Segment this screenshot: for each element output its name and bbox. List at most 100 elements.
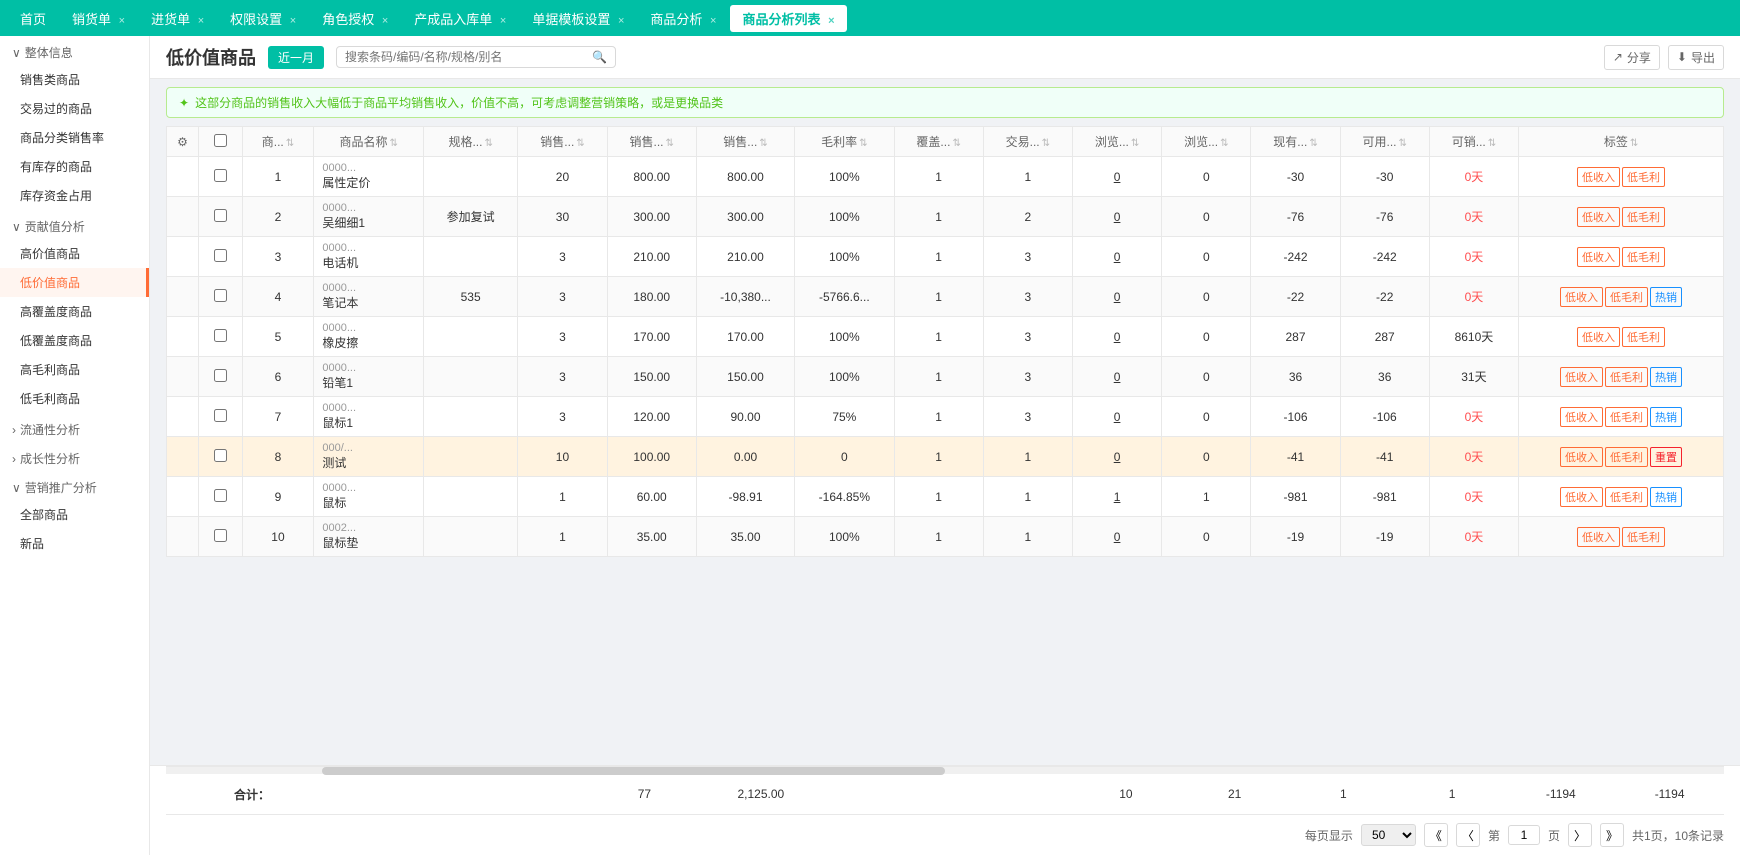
prev-page-button[interactable]: 〈 [1456, 823, 1480, 847]
sidebar-group-circulation[interactable]: › 流通性分析 [0, 413, 149, 442]
nav-product-inbound[interactable]: 产成品入库单 × [402, 5, 518, 32]
row-checkbox[interactable] [214, 169, 227, 182]
close-icon[interactable]: × [500, 15, 506, 27]
page-number-input[interactable] [1508, 825, 1540, 845]
browse1-link[interactable]: 0 [1114, 170, 1121, 184]
sidebar-item-low-value[interactable]: 低价值商品 [0, 268, 149, 297]
close-icon[interactable]: × [198, 15, 204, 27]
cell-browse1[interactable]: 0 [1072, 437, 1161, 477]
scrollbar[interactable] [166, 766, 1724, 774]
close-icon[interactable]: × [119, 15, 125, 27]
sidebar-group-growth[interactable]: › 成长性分析 [0, 442, 149, 471]
sidebar-item-low-coverage[interactable]: 低覆盖度商品 [0, 326, 149, 355]
cell-browse1[interactable]: 0 [1072, 397, 1161, 437]
nav-product-analysis-list[interactable]: 商品分析列表 × [730, 5, 846, 32]
search-input[interactable] [345, 50, 586, 64]
cell-browse1[interactable]: 0 [1072, 157, 1161, 197]
nav-sales-order[interactable]: 销货单 × [60, 5, 137, 32]
cell-checkbox[interactable] [199, 517, 243, 557]
nav-role-auth[interactable]: 角色授权 × [310, 5, 400, 32]
next-page-button[interactable]: 〉 [1568, 823, 1592, 847]
close-icon[interactable]: × [618, 15, 624, 27]
sidebar-item-low-margin[interactable]: 低毛利商品 [0, 384, 149, 413]
col-browse1-header[interactable]: 浏览...⇅ [1072, 127, 1161, 157]
sidebar-item-high-value[interactable]: 高价值商品 [0, 239, 149, 268]
row-checkbox[interactable] [214, 289, 227, 302]
sidebar-group-marketing[interactable]: ∨ 营销推广分析 [0, 471, 149, 500]
cell-browse1[interactable]: 0 [1072, 357, 1161, 397]
nav-product-analysis[interactable]: 商品分析 × [638, 5, 728, 32]
nav-home[interactable]: 首页 [8, 5, 58, 32]
export-button[interactable]: ⬇ 导出 [1668, 45, 1724, 70]
cell-checkbox[interactable] [199, 317, 243, 357]
cell-checkbox[interactable] [199, 237, 243, 277]
col-coverage-header[interactable]: 覆盖...⇅ [894, 127, 983, 157]
sidebar-item-inventory-capital[interactable]: 库存资金占用 [0, 181, 149, 210]
browse1-link[interactable]: 0 [1114, 330, 1121, 344]
select-all-checkbox[interactable] [214, 134, 227, 147]
col-current-stock-header[interactable]: 现有...⇅ [1251, 127, 1340, 157]
nav-template-settings[interactable]: 单据模板设置 × [520, 5, 636, 32]
col-sellable-header[interactable]: 可销...⇅ [1429, 127, 1518, 157]
page-size-select[interactable]: 50 100 200 [1361, 824, 1416, 846]
close-icon[interactable]: × [710, 15, 716, 27]
col-spec-header[interactable]: 规格...⇅ [423, 127, 517, 157]
col-sales-amount-header[interactable]: 销售...⇅ [696, 127, 794, 157]
row-checkbox[interactable] [214, 249, 227, 262]
nav-purchase-order[interactable]: 进货单 × [139, 5, 216, 32]
sidebar-group-overall[interactable]: ∨ 整体信息 [0, 36, 149, 65]
row-checkbox[interactable] [214, 369, 227, 382]
row-checkbox[interactable] [214, 489, 227, 502]
col-no-header[interactable]: 商...⇅ [242, 127, 314, 157]
cell-browse1[interactable]: 0 [1072, 237, 1161, 277]
search-icon[interactable]: 🔍 [592, 50, 607, 64]
cell-browse1[interactable]: 0 [1072, 197, 1161, 237]
col-settings-header[interactable]: ⚙ [167, 127, 199, 157]
cell-browse1[interactable]: 0 [1072, 317, 1161, 357]
col-name-header[interactable]: 商品名称⇅ [314, 127, 424, 157]
browse1-link[interactable]: 1 [1114, 490, 1121, 504]
row-checkbox[interactable] [214, 409, 227, 422]
sidebar-item-stocked-products[interactable]: 有库存的商品 [0, 152, 149, 181]
row-checkbox[interactable] [214, 209, 227, 222]
sidebar-item-high-coverage[interactable]: 高覆盖度商品 [0, 297, 149, 326]
col-checkbox-header[interactable] [199, 127, 243, 157]
cell-checkbox[interactable] [199, 477, 243, 517]
close-icon[interactable]: × [382, 15, 388, 27]
cell-checkbox[interactable] [199, 157, 243, 197]
browse1-link[interactable]: 0 [1114, 250, 1121, 264]
cell-checkbox[interactable] [199, 357, 243, 397]
row-checkbox[interactable] [214, 529, 227, 542]
first-page-button[interactable]: 《 [1424, 823, 1448, 847]
col-sales-price-header[interactable]: 销售...⇅ [607, 127, 696, 157]
cell-checkbox[interactable] [199, 437, 243, 477]
close-icon[interactable]: × [828, 15, 834, 27]
sidebar-item-sales-products[interactable]: 销售类商品 [0, 65, 149, 94]
col-sales-qty-header[interactable]: 销售...⇅ [518, 127, 607, 157]
browse1-link[interactable]: 0 [1114, 290, 1121, 304]
row-checkbox[interactable] [214, 449, 227, 462]
col-transaction-header[interactable]: 交易...⇅ [983, 127, 1072, 157]
browse1-link[interactable]: 0 [1114, 530, 1121, 544]
sidebar-item-traded-products[interactable]: 交易过的商品 [0, 94, 149, 123]
cell-browse1[interactable]: 0 [1072, 277, 1161, 317]
cell-checkbox[interactable] [199, 197, 243, 237]
row-checkbox[interactable] [214, 329, 227, 342]
sidebar-group-contribution[interactable]: ∨ 贡献值分析 [0, 210, 149, 239]
share-button[interactable]: ↗ 分享 [1604, 45, 1660, 70]
col-tags-header[interactable]: 标签⇅ [1519, 127, 1724, 157]
browse1-link[interactable]: 0 [1114, 370, 1121, 384]
col-gross-margin-header[interactable]: 毛利率⇅ [795, 127, 894, 157]
sidebar-item-new-products[interactable]: 新品 [0, 529, 149, 558]
cell-browse1[interactable]: 1 [1072, 477, 1161, 517]
cell-checkbox[interactable] [199, 277, 243, 317]
close-icon[interactable]: × [290, 15, 296, 27]
browse1-link[interactable]: 0 [1114, 210, 1121, 224]
period-button[interactable]: 近一月 [268, 46, 324, 69]
cell-checkbox[interactable] [199, 397, 243, 437]
last-page-button[interactable]: 》 [1600, 823, 1624, 847]
sidebar-item-all-products[interactable]: 全部商品 [0, 500, 149, 529]
sidebar-item-high-margin[interactable]: 高毛利商品 [0, 355, 149, 384]
sidebar-item-category-rate[interactable]: 商品分类销售率 [0, 123, 149, 152]
nav-permissions[interactable]: 权限设置 × [218, 5, 308, 32]
